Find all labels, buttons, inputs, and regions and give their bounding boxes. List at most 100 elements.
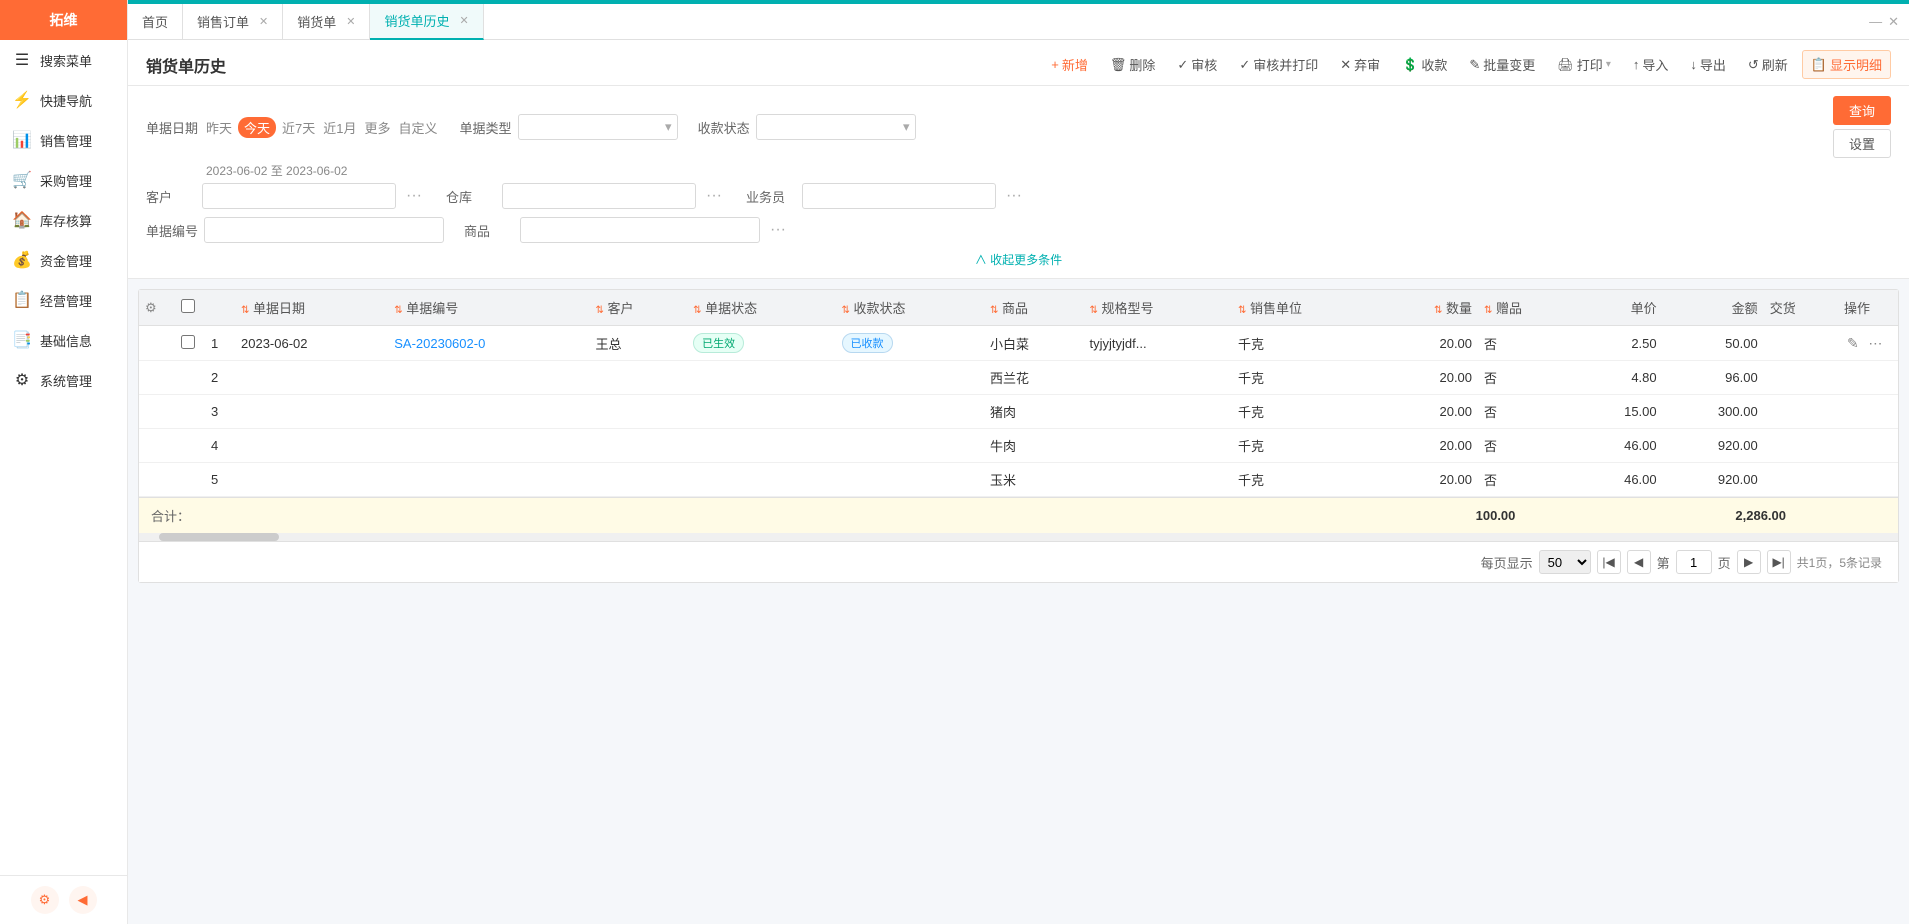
salesperson-input[interactable] [802,183,996,209]
sidebar-item-inventory[interactable]: 🏠 库存核算 [0,200,127,240]
sidebar-item-label: 快捷导航 [40,91,92,110]
tab-sales-goods-close[interactable]: ✕ [346,15,355,28]
sidebar-item-sales-mgmt[interactable]: 📊 销售管理 [0,120,127,160]
row-1-checkbox[interactable] [181,335,195,349]
date-range-row: 2023-06-02 至 2023-06-02 [146,162,1891,179]
window-minimize-btn[interactable]: — [1869,14,1882,29]
cell-gift-4: 否 [1478,429,1576,463]
show-detail-button[interactable]: 📋 显示明细 [1802,50,1891,79]
collect-icon: 💲 [1402,57,1418,73]
query-button[interactable]: 查询 [1833,96,1891,125]
batch-change-button[interactable]: ✎ 批量变更 [1461,51,1543,78]
select-all-checkbox[interactable] [181,299,195,313]
row-1-edit-icon[interactable]: ✎ [1844,335,1862,351]
sidebar-settings-btn[interactable]: ⚙ [31,886,59,914]
date-1month[interactable]: 近1月 [321,118,358,137]
tab-sales-history-close[interactable]: ✕ [460,14,469,27]
cell-unit-5: 千克 [1232,463,1380,497]
warehouse-ellipsis[interactable]: ··· [702,187,726,205]
export-button[interactable]: ↓ 导出 [1682,51,1734,78]
customer-filter-group: 客户 ··· [146,183,426,209]
cell-settings-3 [139,395,175,429]
page-size-select[interactable]: 50 100 200 [1539,550,1591,574]
col-customer[interactable]: ⇅ 客户 [589,290,687,326]
goods-ellipsis[interactable]: ··· [766,221,790,239]
date-more[interactable]: 更多 [363,118,393,137]
sidebar-item-label: 库存核算 [40,211,92,230]
cell-doc-no-1[interactable]: SA-20230602-0 [388,326,589,361]
collapse-more-conditions[interactable]: ∧ 收起更多条件 [146,251,1891,268]
sidebar-item-sys-mgmt[interactable]: ⚙ 系统管理 [0,360,127,400]
cell-rowno-1: 1 [205,326,235,361]
table-scrollbar[interactable] [139,533,1898,541]
col-pay-status[interactable]: ⇅ 收款状态 [836,290,984,326]
cell-spec-3 [1084,395,1232,429]
date-sort-icon: ⇅ [241,305,249,316]
warehouse-input[interactable] [502,183,696,209]
col-date[interactable]: ⇅ 单据日期 [235,290,388,326]
tab-sales-order-close[interactable]: ✕ [259,15,268,28]
delete-button[interactable]: 🗑 删除 [1102,51,1164,78]
table-settings-icon[interactable]: ⚙ [145,300,157,315]
cell-goods-4: 牛肉 [984,429,1084,463]
tab-sales-goods[interactable]: 销货单 ✕ [283,4,370,40]
import-button[interactable]: ↑ 导入 [1625,51,1677,78]
cell-amount-1: 50.00 [1663,326,1764,361]
sidebar-collapse-btn[interactable]: ◀ [69,886,97,914]
tab-sales-order[interactable]: 销售订单 ✕ [183,4,283,40]
row-1-more-icon[interactable]: ⋯ [1865,335,1885,351]
window-close-btn[interactable]: ✕ [1888,14,1899,30]
date-7days[interactable]: 近7天 [280,118,317,137]
date-today[interactable]: 今天 [238,117,276,138]
customer-ellipsis[interactable]: ··· [402,187,426,205]
sidebar-item-quick-nav[interactable]: ⚡ 快捷导航 [0,80,127,120]
cell-goods-2: 西兰花 [984,361,1084,395]
col-doc-no[interactable]: ⇅ 单据编号 [388,290,589,326]
sidebar-item-finance[interactable]: 💰 资金管理 [0,240,127,280]
date-yesterday[interactable]: 昨天 [204,118,234,137]
col-doc-status[interactable]: ⇅ 单据状态 [687,290,835,326]
page-last-btn[interactable]: ▶| [1767,550,1791,574]
refresh-button[interactable]: ↺ 刷新 [1740,51,1796,78]
col-gift[interactable]: ⇅ 赠品 [1478,290,1576,326]
tab-sales-history[interactable]: 销货单历史 ✕ [370,4,483,40]
tab-home[interactable]: 首页 [128,4,183,40]
audit-button[interactable]: ✓ 审核 [1169,51,1225,78]
sidebar-item-operations[interactable]: 📋 经营管理 [0,280,127,320]
pay-status-select[interactable] [756,114,916,140]
col-spec[interactable]: ⇅ 规格型号 [1084,290,1232,326]
page-next-btn[interactable]: ▶ [1737,550,1761,574]
col-qty[interactable]: ⇅ 数量 [1380,290,1478,326]
refresh-icon: ↺ [1748,57,1759,73]
col-unit[interactable]: ⇅ 销售单位 [1232,290,1380,326]
cell-customer-5 [589,463,687,497]
cell-uprice-2: 4.80 [1576,361,1663,395]
sidebar-item-search-menu[interactable]: ☰ 搜索菜单 [0,40,127,80]
salesperson-ellipsis[interactable]: ··· [1002,187,1026,205]
sidebar-item-base-info[interactable]: 📑 基础信息 [0,320,127,360]
doc-no-sort-icon: ⇅ [394,305,402,316]
goods-input[interactable] [520,217,760,243]
col-settings[interactable]: ⚙ [139,290,175,326]
col-goods[interactable]: ⇅ 商品 [984,290,1084,326]
page-first-btn[interactable]: |◀ [1597,550,1621,574]
sidebar-item-purchase-mgmt[interactable]: 🛒 采购管理 [0,160,127,200]
cell-checkbox-3 [175,395,205,429]
audit-print-button[interactable]: ✓ 审核并打印 [1231,51,1326,78]
filter-row-2: 客户 ··· 仓库 ··· 业务员 ··· [146,183,1891,209]
collect-button[interactable]: 💲 收款 [1394,51,1455,78]
abandon-button[interactable]: ✕ 弃审 [1332,51,1388,78]
doc-type-select[interactable] [518,114,678,140]
main-area: 首页 销售订单 ✕ 销货单 ✕ 销货单历史 ✕ — ✕ 销货单历史 + [128,0,1909,924]
content-area: 销货单历史 + 新增 🗑 删除 ✓ 审核 ✓ [128,40,1909,924]
cell-op-3 [1838,395,1898,429]
new-button[interactable]: + 新增 [1043,51,1096,78]
customer-input[interactable] [202,183,396,209]
page-number-input[interactable] [1676,550,1712,574]
doc-no-input[interactable] [204,217,444,243]
cell-unit-1: 千克 [1232,326,1380,361]
page-prev-btn[interactable]: ◀ [1627,550,1651,574]
print-button[interactable]: 🖨 打印 ▾ [1549,51,1619,78]
filter-setting-button[interactable]: 设置 [1833,129,1891,158]
date-custom[interactable]: 自定义 [397,118,440,137]
